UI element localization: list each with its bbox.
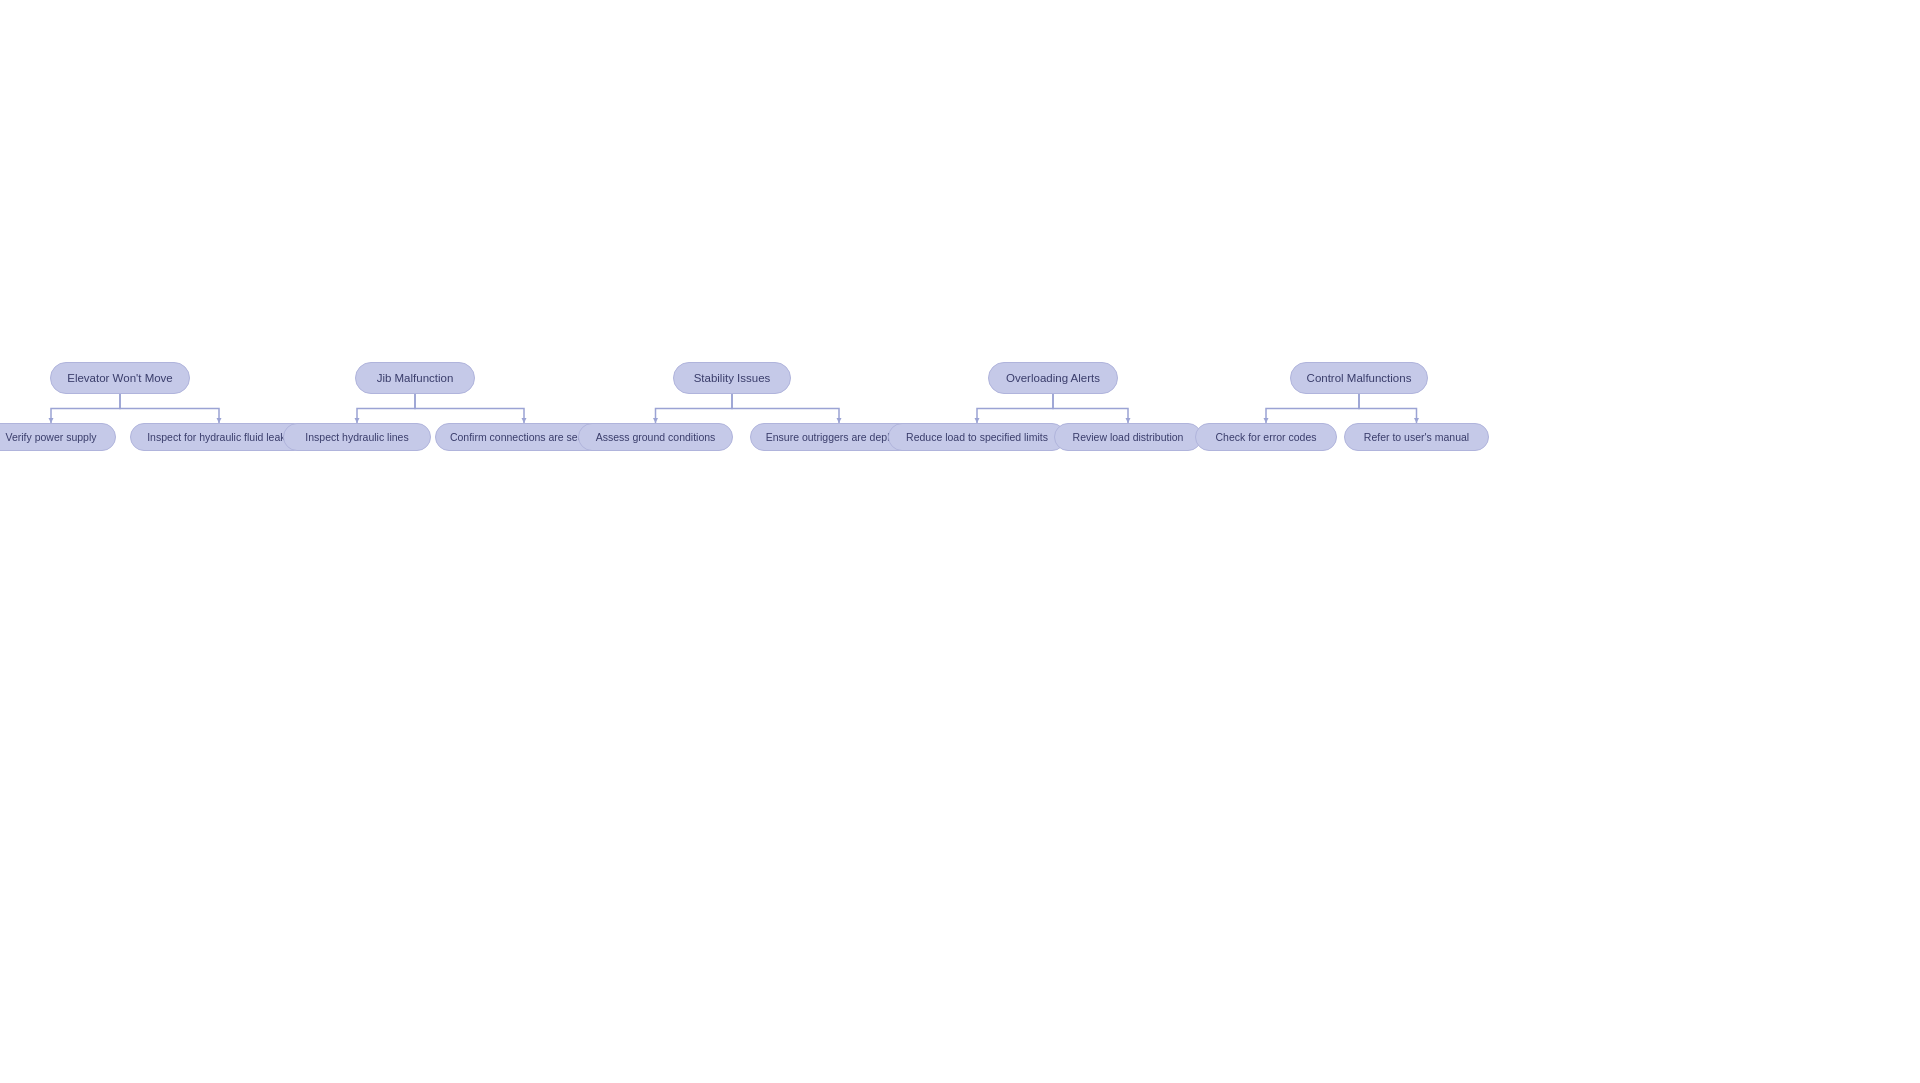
child-node-5-1: Check for error codes (1195, 423, 1337, 451)
child-node-1-1: Verify power supply (0, 423, 116, 451)
connector-lines (0, 0, 1920, 1083)
parent-node-4: Overloading Alerts (988, 362, 1118, 394)
child-node-1-2: Inspect for hydraulic fluid leaks (130, 423, 308, 451)
parent-node-2: Jib Malfunction (355, 362, 475, 394)
child-node-4-1: Reduce load to specified limits (888, 423, 1066, 451)
parent-node-1: Elevator Won't Move (50, 362, 190, 394)
parent-node-3: Stability Issues (673, 362, 791, 394)
child-node-2-1: Inspect hydraulic lines (283, 423, 431, 451)
parent-node-5: Control Malfunctions (1290, 362, 1428, 394)
child-node-4-2: Review load distribution (1054, 423, 1202, 451)
diagram-container: Elevator Won't Move Verify power supply In… (0, 0, 1920, 1083)
child-node-5-2: Refer to user's manual (1344, 423, 1489, 451)
child-node-3-1: Assess ground conditions (578, 423, 733, 451)
